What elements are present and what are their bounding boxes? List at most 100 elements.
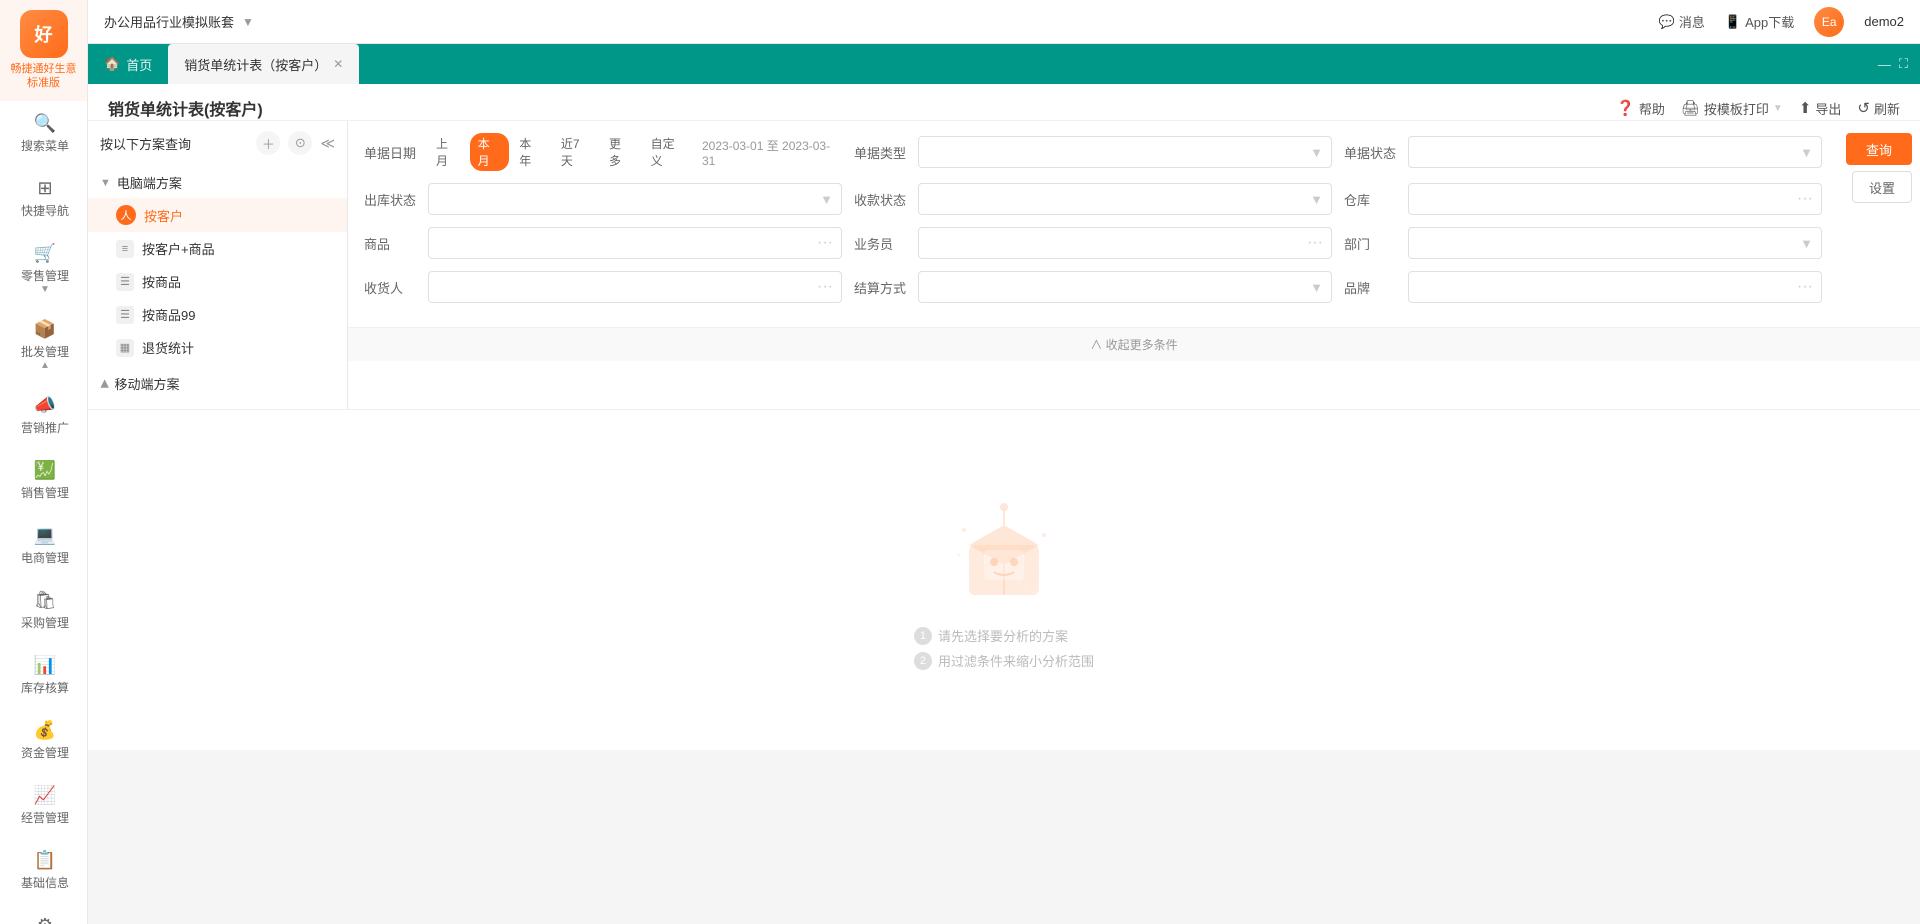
scheme-item-by-product[interactable]: ☰ 按商品 bbox=[88, 265, 347, 298]
date-tab-7days[interactable]: 近7天 bbox=[553, 133, 599, 171]
shortcut-icon: ⊞ bbox=[37, 178, 52, 199]
user-name[interactable]: demo2 bbox=[1864, 14, 1904, 29]
out-status-dropdown-icon: ▼ bbox=[820, 192, 833, 207]
print-dropdown-icon[interactable]: ▼ bbox=[1773, 103, 1783, 114]
empty-illustration bbox=[944, 490, 1064, 610]
help-button[interactable]: ❓ 帮助 bbox=[1616, 99, 1665, 118]
empty-hint-2-text: 用过滤条件来缩小分析范围 bbox=[938, 651, 1094, 670]
sidebar-item-system[interactable]: ⚙ 系统管理 bbox=[0, 903, 87, 924]
sidebar-item-shortcut[interactable]: ⊞ 快捷导航 bbox=[0, 166, 87, 231]
warehouse-input[interactable]: ··· bbox=[1408, 183, 1822, 215]
scheme-item-by-product99-label: 按商品99 bbox=[142, 305, 195, 324]
scheme-item-by-customer[interactable]: 人 按客户 bbox=[88, 198, 347, 232]
date-tab-custom[interactable]: 自定义 bbox=[643, 133, 694, 171]
sidebar-item-operation[interactable]: 📈 经营管理 bbox=[0, 773, 87, 838]
sidebar-item-label: 经营管理 bbox=[21, 809, 69, 826]
department-input[interactable]: ▼ bbox=[1408, 227, 1822, 259]
settlement-input[interactable]: ▼ bbox=[918, 271, 1332, 303]
print-button[interactable]: 🖨 按模板打印 ▼ bbox=[1681, 99, 1783, 118]
receiver-input[interactable]: ··· bbox=[428, 271, 842, 303]
tab-sales-stat[interactable]: 销货单统计表（按客户） ✕ bbox=[168, 44, 359, 84]
order-status-input[interactable]: ▼ bbox=[1408, 136, 1822, 168]
product-input[interactable]: ··· bbox=[428, 227, 842, 259]
filter-form: 单据日期 上月 本月 本年 近7天 更多 自定义 bbox=[348, 121, 1838, 327]
sidebar-item-search[interactable]: 🔍 搜索菜单 bbox=[0, 101, 87, 166]
receipt-status-dropdown-icon: ▼ bbox=[1310, 192, 1323, 207]
refresh-button[interactable]: ↺ 刷新 bbox=[1857, 99, 1900, 118]
message-button[interactable]: 💬 消息 bbox=[1659, 12, 1705, 31]
receipt-status-input[interactable]: ▼ bbox=[918, 183, 1332, 215]
date-tab-last-month[interactable]: 上月 bbox=[428, 133, 468, 171]
date-tab-this-month[interactable]: 本月 bbox=[470, 133, 510, 171]
stock-icon: 📊 bbox=[34, 655, 56, 676]
tab-expand-area: — ⛶ bbox=[1866, 56, 1920, 72]
out-status-input[interactable]: ▼ bbox=[428, 183, 842, 215]
sidebar-item-retail[interactable]: 🛒 零售管理 ▼ bbox=[0, 231, 87, 307]
export-button[interactable]: ⬆ 导出 bbox=[1799, 99, 1842, 118]
filter-panel: 按以下方案查询 ＋ ⊙ ≪ ▼ 电脑端方案 bbox=[88, 121, 1920, 409]
date-tab-more[interactable]: 更多 bbox=[601, 133, 641, 171]
out-status-label: 出库状态 bbox=[364, 190, 420, 209]
scheme-item-by-customer-product[interactable]: ≡ 按客户+商品 bbox=[88, 232, 347, 265]
scheme-mobile-group-header[interactable]: ▶ 移动端方案 bbox=[88, 368, 347, 399]
date-tabs: 上月 本月 本年 近7天 更多 自定义 bbox=[428, 133, 694, 171]
salesperson-field: 业务员 ··· bbox=[854, 227, 1332, 259]
sidebar-item-label: 资金管理 bbox=[21, 744, 69, 761]
btn-panel: 查询 设置 bbox=[1838, 121, 1920, 215]
scheme-item-icon-return: ▦ bbox=[116, 339, 134, 357]
order-type-input[interactable]: ▼ bbox=[918, 136, 1332, 168]
operation-icon: 📈 bbox=[34, 785, 56, 806]
sidebar-item-label: 基础信息 bbox=[21, 874, 69, 891]
scheme-item-return-stats[interactable]: ▦ 退货统计 bbox=[88, 331, 347, 364]
print-icon: 🖨 bbox=[1681, 99, 1700, 117]
sidebar-item-label: 电商管理 bbox=[21, 549, 69, 566]
sidebar-item-purchase[interactable]: 🛍 采购管理 bbox=[0, 578, 87, 643]
header-dropdown-icon[interactable]: ▼ bbox=[242, 15, 254, 29]
tab-minimize-icon[interactable]: — bbox=[1878, 57, 1891, 72]
sidebar-item-finance[interactable]: 💰 资金管理 bbox=[0, 708, 87, 773]
help-icon: ❓ bbox=[1616, 99, 1635, 117]
sidebar-item-basic[interactable]: 📋 基础信息 bbox=[0, 838, 87, 903]
tab-close-icon[interactable]: ✕ bbox=[333, 57, 343, 71]
user-avatar[interactable]: Ea bbox=[1814, 7, 1844, 37]
sidebar-item-ecom[interactable]: 💻 电商管理 bbox=[0, 513, 87, 578]
department-dropdown-icon: ▼ bbox=[1800, 236, 1813, 251]
logo-icon: 好 bbox=[20, 10, 68, 58]
salesperson-input[interactable]: ··· bbox=[918, 227, 1332, 259]
purchase-icon: 🛍 bbox=[34, 590, 57, 611]
scheme-add-button[interactable]: ＋ bbox=[256, 131, 280, 155]
query-button[interactable]: 查询 bbox=[1846, 133, 1912, 165]
sidebar-item-stock[interactable]: 📊 库存核算 bbox=[0, 643, 87, 708]
scheme-desktop-group-header[interactable]: ▼ 电脑端方案 bbox=[88, 167, 347, 198]
ecom-icon: 💻 bbox=[34, 525, 56, 546]
sidebar-item-label: 搜索菜单 bbox=[21, 137, 69, 154]
sidebar: 好 畅捷通好生意标准版 🔍 搜索菜单 ⊞ 快捷导航 🛒 零售管理 ▼ 📦 批发管… bbox=[0, 0, 88, 924]
order-type-label: 单据类型 bbox=[854, 143, 910, 162]
receiver-label: 收货人 bbox=[364, 278, 420, 297]
receipt-status-field: 收款状态 ▼ bbox=[854, 183, 1332, 215]
finance-icon: 💰 bbox=[34, 720, 56, 741]
scheme-item-icon-product99: ☰ bbox=[116, 306, 134, 324]
brand-input[interactable]: ··· bbox=[1408, 271, 1822, 303]
date-tab-this-year[interactable]: 本年 bbox=[511, 133, 551, 171]
collapse-bar[interactable]: ∧ 收起更多条件 bbox=[348, 327, 1920, 361]
out-status-field: 出库状态 ▼ bbox=[364, 183, 842, 215]
receiver-field: 收货人 ··· bbox=[364, 271, 842, 303]
empty-hint-2-number: 2 bbox=[914, 652, 932, 670]
scheme-collapse-button[interactable]: ≪ bbox=[320, 135, 335, 152]
sidebar-item-marketing[interactable]: 📣 营销推广 bbox=[0, 383, 87, 448]
refresh-icon: ↺ bbox=[1857, 99, 1870, 117]
app-download-button[interactable]: 📱 App下载 bbox=[1725, 12, 1794, 31]
scheme-mobile-group: ▶ 移动端方案 bbox=[88, 368, 347, 399]
tab-maximize-icon[interactable]: ⛶ bbox=[1899, 56, 1908, 72]
retail-icon: 🛒 bbox=[34, 243, 56, 264]
sidebar-item-sales[interactable]: 💹 销售管理 bbox=[0, 448, 87, 513]
sidebar-item-wholesale[interactable]: 📦 批发管理 ▲ bbox=[0, 307, 87, 383]
scheme-settings-button[interactable]: ⊙ bbox=[288, 131, 312, 155]
settlement-field: 结算方式 ▼ bbox=[854, 271, 1332, 303]
scheme-item-by-product99[interactable]: ☰ 按商品99 bbox=[88, 298, 347, 331]
sidebar-nav: 🔍 搜索菜单 ⊞ 快捷导航 🛒 零售管理 ▼ 📦 批发管理 ▲ 📣 营销推广 💹… bbox=[0, 101, 87, 924]
settings-button[interactable]: 设置 bbox=[1852, 171, 1912, 203]
tab-home[interactable]: 🏠 首页 bbox=[88, 44, 168, 84]
system-icon: ⚙ bbox=[37, 915, 53, 924]
